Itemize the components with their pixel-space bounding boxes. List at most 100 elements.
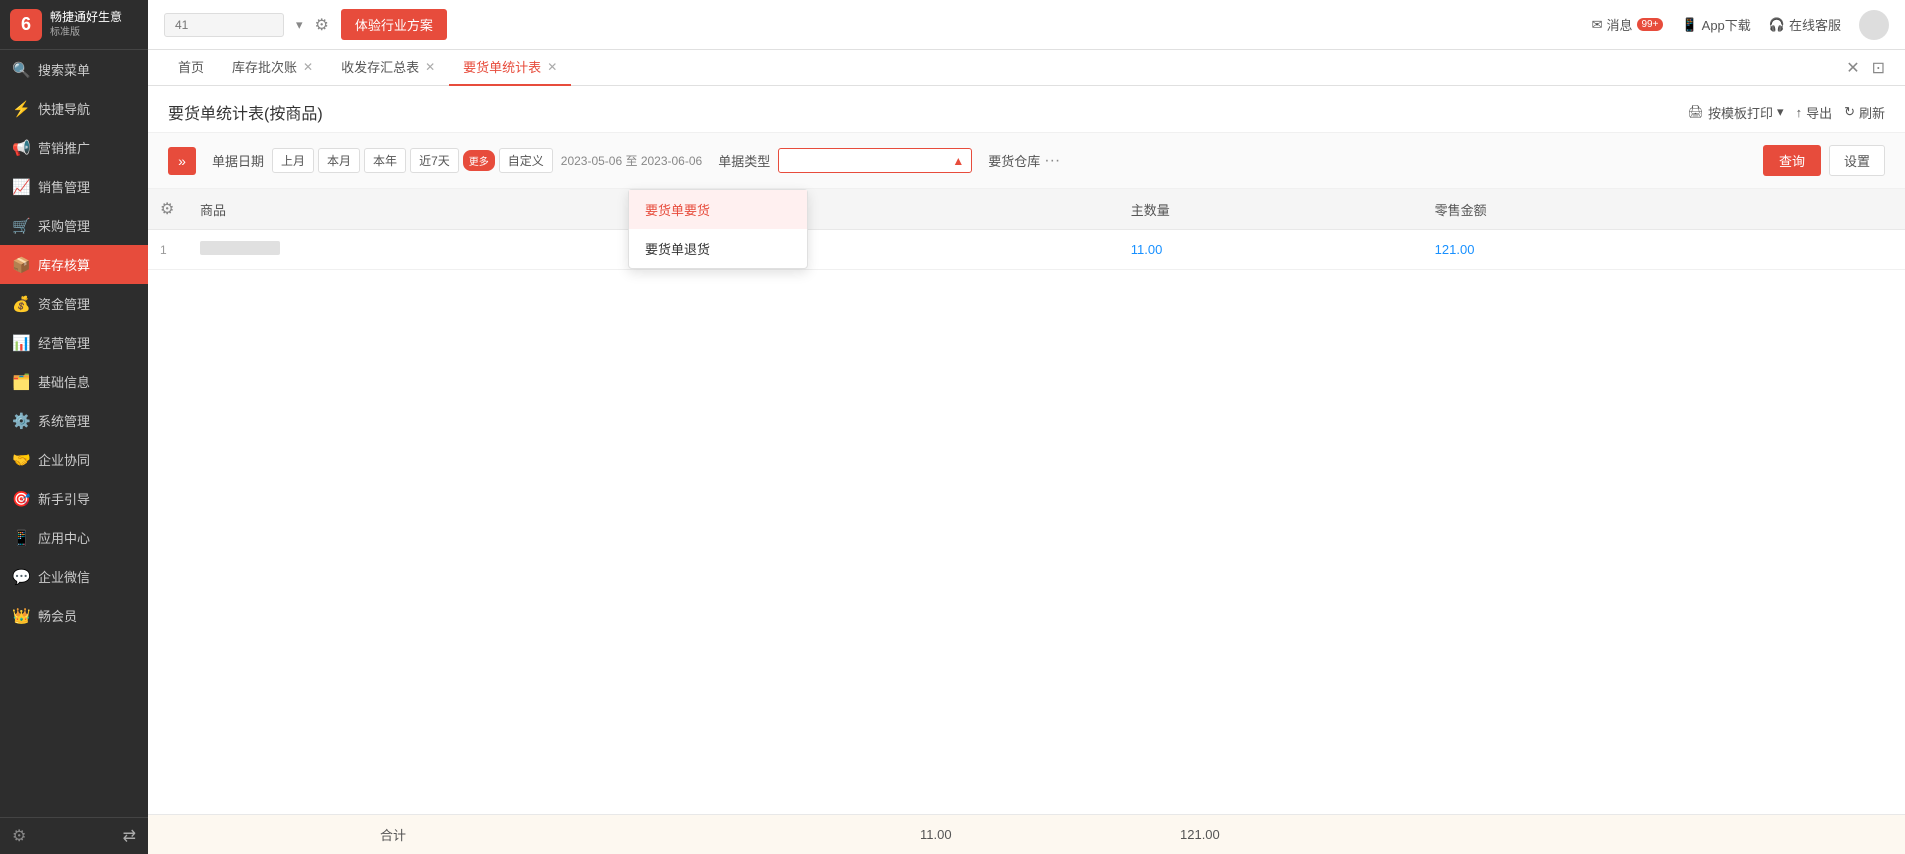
sidebar-icon-member: 👑 <box>12 607 30 625</box>
tab-label: 收发存汇总表 <box>341 57 419 76</box>
th-retail-amount: 零售金额 <box>1423 189 1790 230</box>
sidebar-icon-purchase: 🛒 <box>12 217 30 235</box>
th-main-qty: 主数量 <box>1119 189 1423 230</box>
sidebar-item-finance[interactable]: 💰 资金管理 <box>0 284 148 323</box>
trial-button[interactable]: 体验行业方案 <box>341 9 447 40</box>
sidebar-item-wechat[interactable]: 💬 企业微信 <box>0 557 148 596</box>
tab-expand-icon[interactable]: ⊡ <box>1868 56 1889 80</box>
last-7days-btn[interactable]: 近7天 <box>410 148 459 173</box>
sidebar-settings-icon[interactable]: ⚙ <box>12 826 26 846</box>
sidebar-icon-sales: 📈 <box>12 178 30 196</box>
dropdown-item-要货单要货[interactable]: 要货单要货 <box>629 190 807 229</box>
sidebar-label-member: 畅会员 <box>38 606 77 625</box>
sidebar-item-basic[interactable]: 🗂️ 基础信息 <box>0 362 148 401</box>
tab-库存批次账[interactable]: 库存批次账 ✕ <box>218 50 327 86</box>
messages-btn[interactable]: ✉ 消息 99+ <box>1592 15 1664 34</box>
tab-close-icon[interactable]: ✕ <box>547 60 557 74</box>
tab-首页[interactable]: 首页 <box>164 50 218 86</box>
sidebar: 6 畅捷通好生意 标准版 🔍 搜索菜单 ⚡ 快捷导航 📢 营销推广 📈 销售管理… <box>0 0 148 854</box>
warehouse-filter-label: 要货仓库 <box>988 151 1040 170</box>
topbar-dropdown-arrow[interactable]: ▾ <box>296 17 303 33</box>
tab-收发存汇总表[interactable]: 收发存汇总表 ✕ <box>327 50 449 86</box>
sidebar-icon-quick-nav: ⚡ <box>12 100 30 118</box>
date-quick-btns: 上月 本月 本年 近7天 更多 自定义 <box>272 148 553 173</box>
sidebar-item-member[interactable]: 👑 畅会员 <box>0 596 148 635</box>
page-title: 要货单统计表(按商品) <box>168 100 323 124</box>
user-avatar[interactable] <box>1859 10 1889 40</box>
tab-close-icon[interactable]: ✕ <box>303 60 313 74</box>
more-dates-badge[interactable]: 更多 <box>463 150 495 171</box>
filter-expand-button[interactable]: » <box>168 147 196 175</box>
sidebar-icon-system: ⚙️ <box>12 412 30 430</box>
sidebar-item-quick-nav[interactable]: ⚡ 快捷导航 <box>0 89 148 128</box>
sidebar-icon-guide: 🎯 <box>12 490 30 508</box>
type-dropdown: 要货单要货要货单退货 <box>628 189 808 269</box>
online-service-btn[interactable]: 🎧 在线客服 <box>1769 15 1841 34</box>
search-input[interactable] <box>164 13 284 37</box>
warehouse-filter-group: 要货仓库 ··· <box>988 151 1060 170</box>
tab-close-all-icon[interactable]: ✕ <box>1842 56 1863 80</box>
this-month-btn[interactable]: 本月 <box>318 148 360 173</box>
print-btn[interactable]: 🖨 按模板打印 ▾ <box>1688 103 1784 122</box>
sidebar-item-system[interactable]: ⚙️ 系统管理 <box>0 401 148 440</box>
data-table: ⚙ 商品 主计量单位 主数量 零售金额 1 <box>148 189 1905 270</box>
sidebar-label-operations: 经营管理 <box>38 333 90 352</box>
th-extra <box>1789 189 1905 230</box>
sidebar-label-inventory: 库存核算 <box>38 255 90 274</box>
type-filter-group: 单据类型 ▲ <box>718 148 972 173</box>
sidebar-label-wechat: 企业微信 <box>38 567 90 586</box>
filter-actions: 查询 设置 <box>1763 145 1885 176</box>
settings-button[interactable]: 设置 <box>1829 145 1885 176</box>
refresh-btn[interactable]: ↻ 刷新 <box>1844 103 1885 122</box>
dropdown-item-要货单退货[interactable]: 要货单退货 <box>629 229 807 268</box>
tab-要货单统计表[interactable]: 要货单统计表✕ <box>449 50 571 86</box>
sidebar-label-system: 系统管理 <box>38 411 90 430</box>
sidebar-item-sales[interactable]: 📈 销售管理 <box>0 167 148 206</box>
column-settings-icon[interactable]: ⚙ <box>160 201 174 218</box>
sidebar-label-finance: 资金管理 <box>38 294 90 313</box>
data-table-wrapper: ⚙ 商品 主计量单位 主数量 零售金额 1 <box>148 189 1905 270</box>
sidebar-item-app-center[interactable]: 📱 应用中心 <box>0 518 148 557</box>
sidebar-label-enterprise: 企业协同 <box>38 450 90 469</box>
warehouse-more-icon[interactable]: ··· <box>1044 152 1060 170</box>
topbar-right: ✉ 消息 99+ 📱 App下载 🎧 在线客服 <box>1592 10 1889 40</box>
cell-main-qty[interactable]: 11.00 <box>1119 230 1423 270</box>
query-button[interactable]: 查询 <box>1763 145 1821 176</box>
page-header: 要货单统计表(按商品) 🖨 按模板打印 ▾ ↑ 导出 ↻ 刷新 <box>148 86 1905 133</box>
sidebar-item-operations[interactable]: 📊 经营管理 <box>0 323 148 362</box>
custom-date-btn[interactable]: 自定义 <box>499 148 553 173</box>
export-btn[interactable]: ↑ 导出 <box>1796 103 1833 122</box>
topbar-settings-icon[interactable]: ⚙ <box>315 15 329 35</box>
sidebar-label-search: 搜索菜单 <box>38 60 90 79</box>
this-year-btn[interactable]: 本年 <box>364 148 406 173</box>
page-content: 要货单统计表(按商品) 🖨 按模板打印 ▾ ↑ 导出 ↻ 刷新 » <box>148 86 1905 854</box>
headset-icon: 🎧 <box>1769 17 1785 33</box>
sidebar-nav: 🔍 搜索菜单 ⚡ 快捷导航 📢 营销推广 📈 销售管理 🛒 采购管理 📦 库存核… <box>0 50 148 817</box>
sidebar-label-purchase: 采购管理 <box>38 216 90 235</box>
sidebar-item-marketing[interactable]: 📢 营销推广 <box>0 128 148 167</box>
sidebar-collapse-icon[interactable]: ⇄ <box>123 826 136 846</box>
app-name-text: 畅捷通好生意 标准版 <box>50 10 122 39</box>
last-month-btn[interactable]: 上月 <box>272 148 314 173</box>
sidebar-item-guide[interactable]: 🎯 新手引导 <box>0 479 148 518</box>
footer-label: 合计 <box>380 825 440 844</box>
logo-area: 6 畅捷通好生意 标准版 <box>0 0 148 50</box>
tab-label: 库存批次账 <box>232 57 297 76</box>
sidebar-item-purchase[interactable]: 🛒 采购管理 <box>0 206 148 245</box>
tab-label: 首页 <box>178 57 204 76</box>
table-body: 1 块 11.00 121.00 <box>148 230 1905 270</box>
app-download-btn[interactable]: 📱 App下载 <box>1681 15 1750 34</box>
sidebar-icon-basic: 🗂️ <box>12 373 30 391</box>
th-product: 商品 <box>188 189 690 230</box>
cell-retail-amount[interactable]: 121.00 <box>1423 230 1790 270</box>
sidebar-item-enterprise[interactable]: 🤝 企业协同 <box>0 440 148 479</box>
tab-close-icon[interactable]: ✕ <box>425 60 435 74</box>
print-arrow-icon: ▾ <box>1777 104 1784 120</box>
sidebar-label-basic: 基础信息 <box>38 372 90 391</box>
sidebar-item-inventory[interactable]: 📦 库存核算 <box>0 245 148 284</box>
type-select-wrapper: ▲ <box>778 148 972 173</box>
sidebar-icon-finance: 💰 <box>12 295 30 313</box>
sidebar-label-marketing: 营销推广 <box>38 138 90 157</box>
type-select-input[interactable] <box>778 148 972 173</box>
sidebar-item-search[interactable]: 🔍 搜索菜单 <box>0 50 148 89</box>
